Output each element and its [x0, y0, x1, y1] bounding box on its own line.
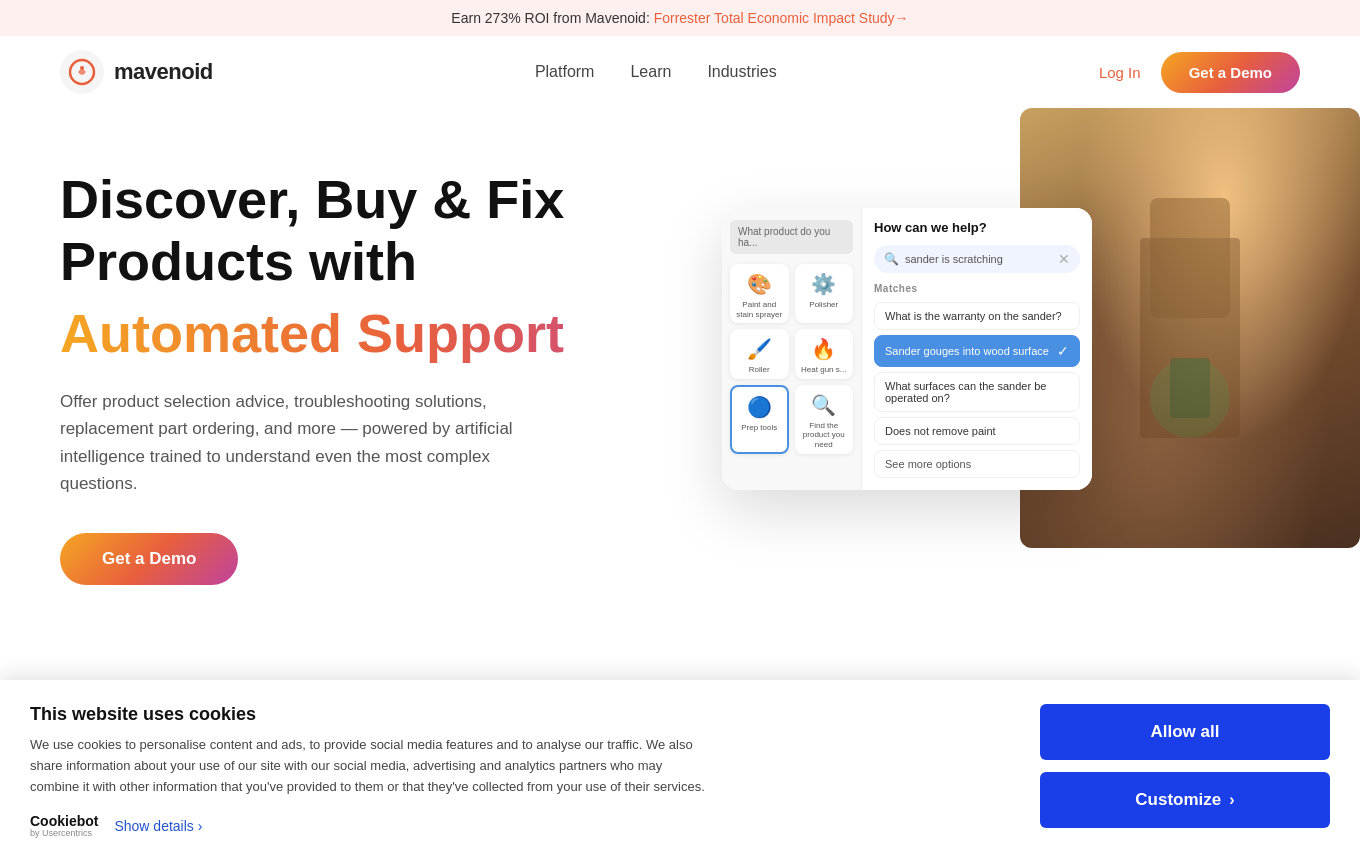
nav-platform[interactable]: Platform [535, 63, 595, 81]
product-item-polisher[interactable]: ⚙️ Polisher [795, 264, 854, 323]
app-mockup: What product do you ha... 🎨 Paint and st… [722, 208, 1092, 490]
hero-title-line1: Discover, Buy & Fix Products with [60, 168, 742, 292]
match-item-1[interactable]: What is the warranty on the sander? [874, 302, 1080, 330]
chat-title: How can we help? [874, 220, 1080, 235]
chat-search-icon: 🔍 [884, 252, 899, 266]
logo-area: mavenoid [60, 50, 213, 94]
mockup-chat-panel: How can we help? 🔍 sander is scratching … [862, 208, 1092, 490]
hero-section: Discover, Buy & Fix Products with Automa… [0, 108, 1360, 648]
mockup-product-panel: What product do you ha... 🎨 Paint and st… [722, 208, 862, 490]
mockup-search: What product do you ha... [730, 220, 853, 254]
product-grid: 🎨 Paint and stain sprayer ⚙️ Polisher 🖌️… [730, 264, 853, 454]
top-banner: Earn 273% ROI from Mavenoid: Forrester T… [0, 0, 1360, 36]
hero-left: Discover, Buy & Fix Products with Automa… [60, 148, 742, 585]
see-more-options[interactable]: See more options [874, 450, 1080, 478]
logo-icon [60, 50, 104, 94]
match-check-icon: ✓ [1057, 343, 1069, 359]
product-item-sander[interactable]: 🔵 Prep tools [730, 385, 789, 454]
navbar: mavenoid Platform Learn Industries Log I… [0, 36, 1360, 108]
chat-input-text: sander is scratching [905, 253, 1052, 265]
sander-icon: 🔵 [736, 395, 783, 419]
product-item-find[interactable]: 🔍 Find the product you need [795, 385, 854, 454]
product-label-heatgun: Heat gun s... [799, 365, 850, 375]
product-item-paint[interactable]: 🎨 Paint and stain sprayer [730, 264, 789, 323]
polisher-icon: ⚙️ [799, 272, 850, 296]
match-item-3[interactable]: What surfaces can the sander be operated… [874, 372, 1080, 412]
product-item-heatgun[interactable]: 🔥 Heat gun s... [795, 329, 854, 379]
svg-point-1 [80, 66, 84, 70]
banner-link[interactable]: Forrester Total Economic Impact Study→ [654, 10, 909, 26]
product-item-roller[interactable]: 🖌️ Roller [730, 329, 789, 379]
product-label-sander: Prep tools [736, 423, 783, 433]
hero-right: What product do you ha... 🎨 Paint and st… [742, 148, 1300, 648]
nav-login[interactable]: Log In [1099, 64, 1141, 81]
match-item-4[interactable]: Does not remove paint [874, 417, 1080, 445]
nav-industries[interactable]: Industries [707, 63, 776, 81]
hero-title-gradient: Automated Support [60, 302, 742, 364]
product-label-polisher: Polisher [799, 300, 850, 310]
nav-links: Platform Learn Industries [535, 63, 777, 81]
logo-text: mavenoid [114, 59, 213, 85]
match-item-2-active[interactable]: Sander gouges into wood surface ✓ [874, 335, 1080, 367]
chat-clear-icon[interactable]: ✕ [1058, 251, 1070, 267]
hero-description: Offer product selection advice, troubles… [60, 388, 560, 497]
chat-input-area[interactable]: 🔍 sander is scratching ✕ [874, 245, 1080, 273]
hero-cta-button[interactable]: Get a Demo [60, 533, 238, 585]
svg-rect-5 [1170, 358, 1210, 418]
product-label-paint: Paint and stain sprayer [734, 300, 785, 319]
heatgun-icon: 🔥 [799, 337, 850, 361]
product-label-find: Find the product you need [799, 421, 850, 450]
paint-sprayer-icon: 🎨 [734, 272, 785, 296]
find-icon: 🔍 [799, 393, 850, 417]
nav-demo-button[interactable]: Get a Demo [1161, 52, 1300, 93]
match-item-2-text: Sander gouges into wood surface [885, 345, 1049, 357]
product-label-roller: Roller [734, 365, 785, 375]
nav-right: Log In Get a Demo [1099, 52, 1300, 93]
nav-learn[interactable]: Learn [630, 63, 671, 81]
roller-icon: 🖌️ [734, 337, 785, 361]
matches-label: Matches [874, 283, 1080, 294]
banner-text: Earn 273% ROI from Mavenoid: [451, 10, 649, 26]
